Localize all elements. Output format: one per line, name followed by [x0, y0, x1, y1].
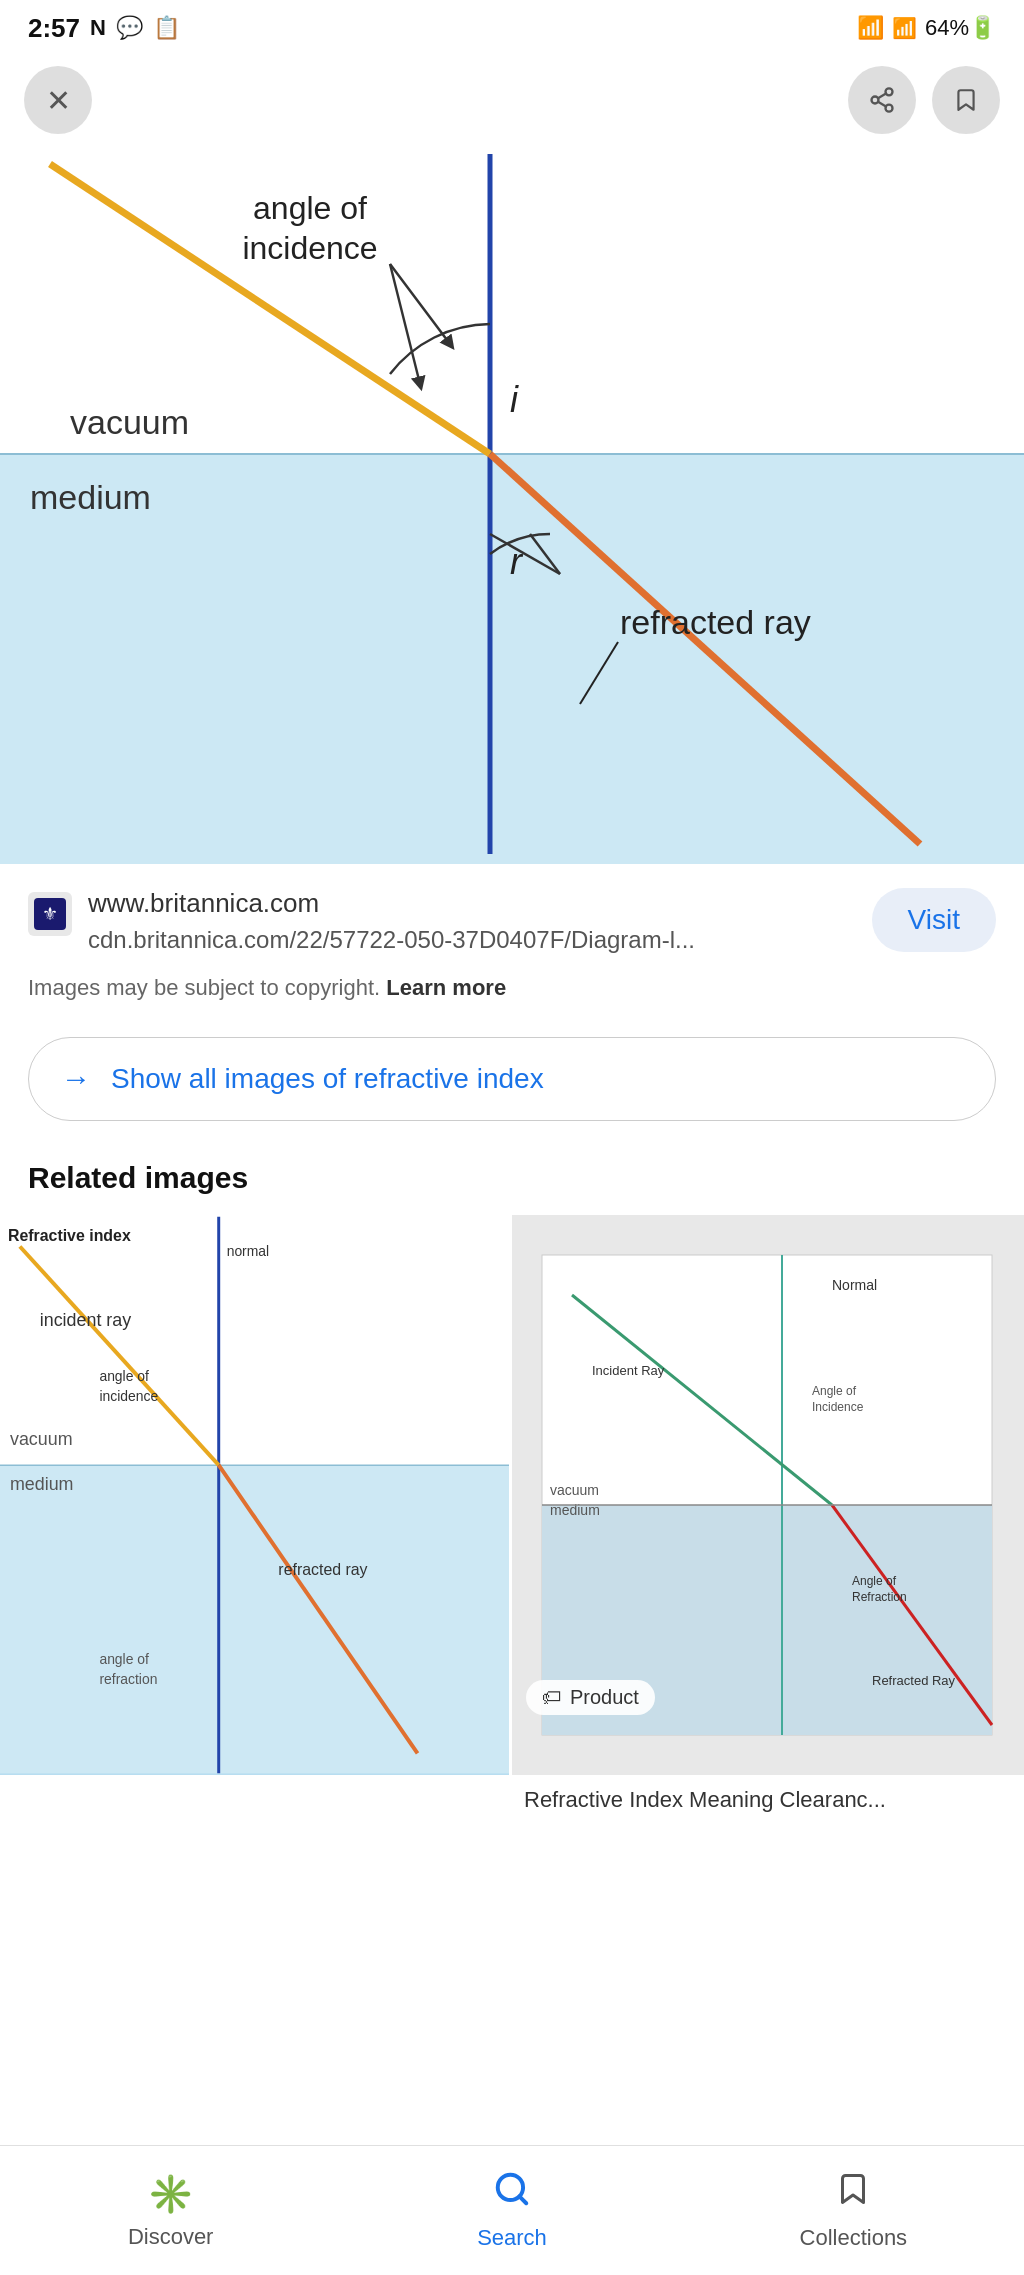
svg-text:incident ray: incident ray [40, 1310, 131, 1330]
status-bar: 2:57 N 💬 📋 📶 📶 64%🔋 [0, 0, 1024, 56]
nav-collections-label: Collections [800, 2225, 908, 2251]
bookmark-button[interactable] [932, 66, 1000, 134]
copyright-text: Images may be subject to copyright. [28, 975, 380, 1000]
related-header: Related images [0, 1151, 1024, 1215]
copyright-notice: Images may be subject to copyright. Lear… [0, 967, 1024, 1021]
svg-text:vacuum: vacuum [10, 1429, 73, 1449]
arrow-icon: → [61, 1062, 91, 1096]
source-details: ⚜ www.britannica.com cdn.britannica.com/… [28, 888, 872, 957]
svg-text:Angle of: Angle of [852, 1574, 897, 1588]
source-text: www.britannica.com cdn.britannica.com/22… [88, 888, 695, 957]
top-controls: ✕ [0, 56, 1024, 144]
chat-icon: 💬 [116, 15, 143, 41]
show-all-button[interactable]: → Show all images of refractive index [28, 1037, 996, 1121]
battery-icon: 64%🔋 [925, 15, 996, 41]
show-all-text: Show all images of refractive index [111, 1063, 544, 1095]
svg-text:Normal: Normal [832, 1277, 877, 1293]
svg-line-3 [878, 102, 886, 107]
screen-icon: 📋 [153, 15, 180, 41]
learn-more-link[interactable]: Learn more [386, 975, 506, 1000]
tag-icon: 🏷 [542, 1686, 562, 1709]
close-button[interactable]: ✕ [24, 66, 92, 134]
related-grid: incident ray angle of incidence vacuum m… [0, 1215, 1024, 1832]
collections-icon [835, 2170, 871, 2217]
related-item-1[interactable]: incident ray angle of incidence vacuum m… [0, 1215, 512, 1832]
svg-text:Angle of: Angle of [812, 1384, 857, 1398]
svg-line-58 [519, 2196, 526, 2203]
svg-text:refracted ray: refracted ray [620, 603, 811, 641]
svg-text:angle of: angle of [99, 1651, 149, 1667]
nav-search-label: Search [477, 2225, 547, 2251]
svg-text:medium: medium [10, 1474, 74, 1494]
source-domain: www.britannica.com [88, 888, 695, 919]
nav-collections[interactable]: Collections [683, 2170, 1024, 2251]
status-right-icons: 📶 📶 64%🔋 [857, 15, 996, 41]
related-image-1: incident ray angle of incidence vacuum m… [0, 1215, 509, 1775]
source-info: ⚜ www.britannica.com cdn.britannica.com/… [0, 864, 1024, 967]
share-button[interactable] [848, 66, 916, 134]
svg-text:normal: normal [227, 1243, 270, 1259]
time-display: 2:57 [28, 13, 80, 44]
diagram-svg: i r angle of incidence vacuum medium ref… [0, 144, 1024, 864]
svg-text:i: i [510, 379, 519, 420]
svg-line-4 [878, 94, 886, 99]
svg-text:angle of: angle of [99, 1367, 149, 1383]
main-diagram: i r angle of incidence vacuum medium ref… [0, 144, 1024, 864]
product-tag: 🏷 Product [526, 1680, 655, 1715]
related-caption-1 [0, 1775, 509, 1801]
signal-bars-icon: 📶 [892, 16, 917, 40]
svg-text:incidence: incidence [242, 230, 377, 266]
related-caption-2: Refractive Index Meaning Clearanc... [512, 1775, 1024, 1832]
svg-text:⚜: ⚜ [42, 904, 58, 924]
svg-text:refraction: refraction [99, 1670, 157, 1686]
svg-text:angle of: angle of [253, 190, 367, 226]
visit-button[interactable]: Visit [872, 888, 996, 952]
nav-discover-label: Discover [128, 2224, 214, 2250]
related-image-2: Normal Incident Ray Angle of Incidence v… [512, 1215, 1024, 1775]
wifi-icon: 📶 [857, 15, 884, 41]
svg-text:Refracted Ray: Refracted Ray [872, 1673, 956, 1688]
status-time: 2:57 N 💬 📋 [28, 13, 180, 44]
nav-discover[interactable]: ✳️ Discover [0, 2172, 341, 2250]
svg-text:refracted ray: refracted ray [278, 1560, 367, 1577]
svg-text:Incident Ray: Incident Ray [592, 1363, 665, 1378]
svg-text:Refraction: Refraction [852, 1590, 907, 1604]
product-tag-label: Product [570, 1686, 639, 1709]
related-item-2[interactable]: Normal Incident Ray Angle of Incidence v… [512, 1215, 1024, 1832]
bottom-nav: ✳️ Discover Search Collections [0, 2145, 1024, 2275]
svg-text:medium: medium [30, 478, 151, 516]
related-diagram-1: incident ray angle of incidence vacuum m… [0, 1215, 509, 1775]
svg-rect-26 [0, 1465, 509, 1773]
source-path: cdn.britannica.com/22/57722-050-37D0407F… [88, 923, 695, 957]
signal-icon: N [90, 15, 106, 41]
favicon: ⚜ [28, 892, 72, 936]
action-buttons [848, 66, 1000, 134]
svg-text:Incidence: Incidence [812, 1400, 864, 1414]
discover-icon: ✳️ [147, 2172, 194, 2216]
svg-text:Refractive index: Refractive index [8, 1226, 131, 1243]
svg-text:vacuum: vacuum [70, 403, 189, 441]
search-icon [493, 2170, 531, 2217]
svg-text:vacuum: vacuum [550, 1482, 599, 1498]
nav-search[interactable]: Search [341, 2170, 682, 2251]
svg-text:incidence: incidence [99, 1387, 158, 1403]
